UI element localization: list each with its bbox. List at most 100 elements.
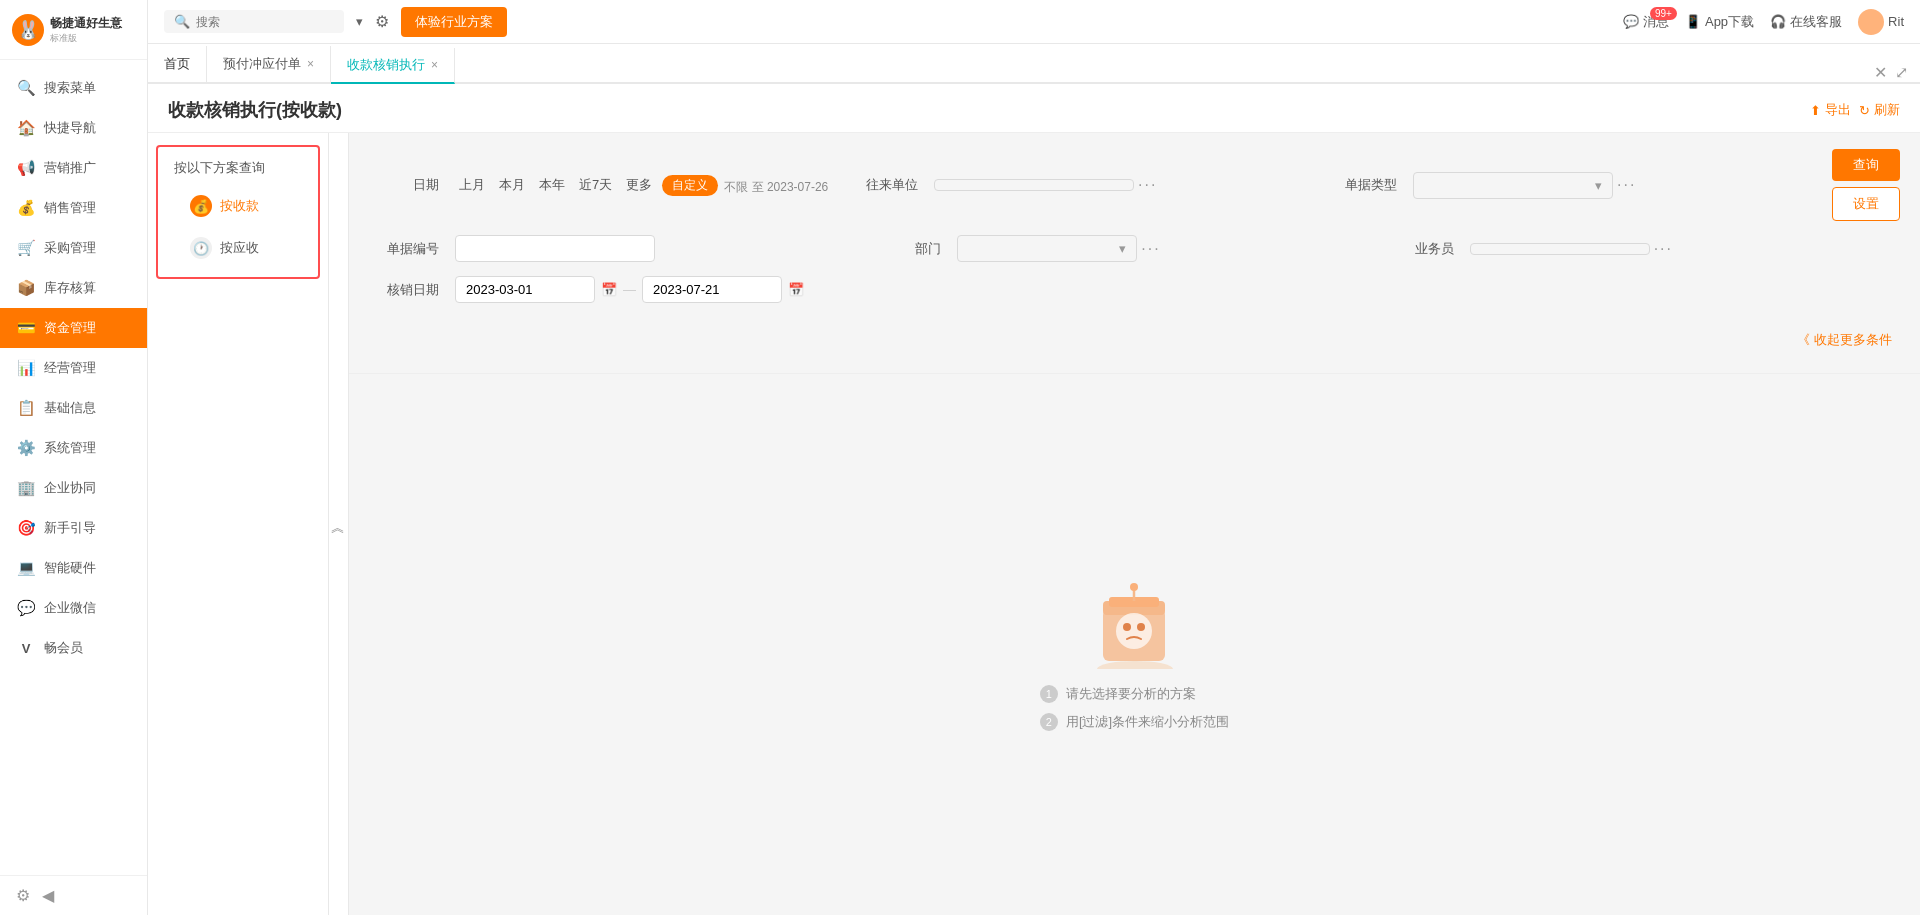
industry-solution-button[interactable]: 体验行业方案	[401, 7, 507, 37]
staff-label: 业务员	[1404, 240, 1454, 258]
svg-point-5	[1123, 623, 1131, 631]
sidebar-item-purchase[interactable]: 🛒 采购管理	[0, 228, 147, 268]
dept-select[interactable]: ▾	[957, 235, 1137, 262]
filter-panel: 按以下方案查询 💰 按收款 🕐 按应收	[148, 133, 328, 915]
this-month-btn[interactable]: 本月	[495, 174, 529, 196]
custom-btn[interactable]: 自定义	[662, 175, 718, 196]
hardware-icon: 💻	[16, 558, 36, 578]
empty-illustration	[1085, 559, 1185, 669]
doc-number-input[interactable]	[455, 235, 655, 262]
settings-button[interactable]: 设置	[1832, 187, 1900, 221]
doc-type-select[interactable]: ▾	[1413, 172, 1613, 199]
sales-icon: 💰	[16, 198, 36, 218]
wechat-icon: 💬	[16, 598, 36, 618]
doc-type-field: ▾ ···	[1413, 172, 1800, 199]
query-button[interactable]: 查询	[1832, 149, 1900, 181]
page-actions: ⬆ 导出 ↻ 刷新	[1810, 101, 1900, 119]
calendar-end-icon[interactable]: 📅	[788, 282, 804, 297]
page-header: 收款核销执行(按收款) ⬆ 导出 ↻ 刷新	[148, 84, 1920, 133]
search-main: 日期 上月 本月 本年 近7天 更多 自定义 不限 至 20	[349, 133, 1920, 915]
collapse-row: 《 收起更多条件	[369, 317, 1900, 357]
message-button[interactable]: 💬 消息 99+	[1623, 13, 1669, 31]
online-service-button[interactable]: 🎧 在线客服	[1770, 13, 1842, 31]
settings-icon[interactable]: ⚙	[16, 886, 30, 905]
page-title: 收款核销执行(按收款)	[168, 98, 342, 122]
service-icon: 🎧	[1770, 14, 1786, 29]
doc-type-more-icon[interactable]: ···	[1617, 176, 1636, 194]
counterparty-more-icon[interactable]: ···	[1138, 176, 1157, 194]
export-button[interactable]: ⬆ 导出	[1810, 101, 1851, 119]
staff-more-icon[interactable]: ···	[1654, 240, 1673, 258]
logo-icon: 🐰	[12, 14, 44, 46]
tab-receipt-verify[interactable]: 收款核销执行 ×	[331, 48, 455, 84]
search-menu-icon: 🔍	[16, 78, 36, 98]
counterparty-field: ···	[934, 176, 1321, 194]
calendar-start-icon[interactable]: 📅	[601, 282, 617, 297]
app-logo: 🐰 畅捷通好生意 标准版	[0, 0, 147, 60]
sidebar-item-inventory[interactable]: 📦 库存核算	[0, 268, 147, 308]
verify-date-end-input[interactable]	[642, 276, 782, 303]
filter-by-receivable[interactable]: 🕐 按应收	[166, 227, 310, 269]
close-tab-button[interactable]: ✕	[1874, 63, 1887, 82]
last-month-btn[interactable]: 上月	[455, 174, 489, 196]
dept-more-icon[interactable]: ···	[1141, 240, 1160, 258]
svg-point-0	[1097, 661, 1173, 669]
doc-number-field	[455, 235, 885, 262]
form-row-3: 核销日期 📅 — 📅	[369, 276, 1900, 303]
empty-state: 1 请先选择要分析的方案 2 用[过滤]条件来缩小分析范围	[349, 519, 1920, 771]
sidebar-item-guide[interactable]: 🎯 新手引导	[0, 508, 147, 548]
filter-panel-title: 按以下方案查询	[166, 155, 310, 185]
user-profile[interactable]: Rit	[1858, 9, 1904, 35]
collapse-panel-button[interactable]: 《	[328, 133, 348, 915]
tab-home[interactable]: 首页	[148, 46, 207, 82]
export-icon: ⬆	[1810, 103, 1821, 118]
enterprise-icon: 🏢	[16, 478, 36, 498]
app-download-button[interactable]: 📱 App下载	[1685, 13, 1754, 31]
member-icon: V	[16, 638, 36, 658]
query-actions: 查询 设置	[1832, 149, 1900, 221]
this-year-btn[interactable]: 本年	[535, 174, 569, 196]
sidebar-item-hardware[interactable]: 💻 智能硬件	[0, 548, 147, 588]
tab-prepay[interactable]: 预付冲应付单 ×	[207, 46, 331, 82]
sidebar-item-wechat[interactable]: 💬 企业微信	[0, 588, 147, 628]
purchase-icon: 🛒	[16, 238, 36, 258]
sidebar-item-business[interactable]: 📊 经营管理	[0, 348, 147, 388]
topbar-dropdown-icon[interactable]: ▾	[356, 14, 363, 29]
more-btn[interactable]: 更多	[622, 174, 656, 196]
basic-info-icon: 📋	[16, 398, 36, 418]
filter-panel-box: 按以下方案查询 💰 按收款 🕐 按应收	[156, 145, 320, 279]
sidebar-item-finance[interactable]: 💳 资金管理	[0, 308, 147, 348]
sidebar-item-sales[interactable]: 💰 销售管理	[0, 188, 147, 228]
sidebar-item-basic-info[interactable]: 📋 基础信息	[0, 388, 147, 428]
sidebar-item-member[interactable]: V 畅会员	[0, 628, 147, 668]
business-icon: 📊	[16, 358, 36, 378]
tab-receipt-verify-close[interactable]: ×	[431, 58, 438, 72]
staff-field: ···	[1470, 240, 1900, 258]
date-label: 日期	[369, 176, 439, 194]
sidebar-item-quick-nav[interactable]: 🏠 快捷导航	[0, 108, 147, 148]
sidebar-item-search-menu[interactable]: 🔍 搜索菜单	[0, 68, 147, 108]
refresh-button[interactable]: ↻ 刷新	[1859, 101, 1900, 119]
dept-label: 部门	[901, 240, 941, 258]
tab-prepay-close[interactable]: ×	[307, 57, 314, 71]
staff-input[interactable]	[1470, 243, 1650, 255]
topbar-search-box[interactable]: 🔍	[164, 10, 344, 33]
collapse-more-button[interactable]: 《 收起更多条件	[1789, 323, 1900, 357]
doc-number-label: 单据编号	[369, 240, 439, 258]
last-7-days-btn[interactable]: 近7天	[575, 174, 616, 196]
counterparty-input[interactable]	[934, 179, 1134, 191]
user-avatar	[1858, 9, 1884, 35]
topbar-search-input[interactable]	[196, 15, 316, 29]
sidebar-item-system[interactable]: ⚙️ 系统管理	[0, 428, 147, 468]
main-content: 🔍 ▾ ⚙ 体验行业方案 💬 消息 99+ 📱 App下载 🎧 在线客服 Rit	[148, 0, 1920, 915]
guide-icon: 🎯	[16, 518, 36, 538]
filter-by-receipt[interactable]: 💰 按收款	[166, 185, 310, 227]
topbar-gear-icon[interactable]: ⚙	[375, 12, 389, 31]
tabbar-actions: ✕ ⤢	[1874, 63, 1920, 82]
sidebar-item-marketing[interactable]: 📢 营销推广	[0, 148, 147, 188]
verify-date-start-input[interactable]	[455, 276, 595, 303]
collapse-sidebar-icon[interactable]: ◀	[42, 886, 54, 905]
sidebar-item-enterprise[interactable]: 🏢 企业协同	[0, 468, 147, 508]
message-icon: 💬	[1623, 14, 1639, 29]
maximize-tab-button[interactable]: ⤢	[1895, 63, 1908, 82]
